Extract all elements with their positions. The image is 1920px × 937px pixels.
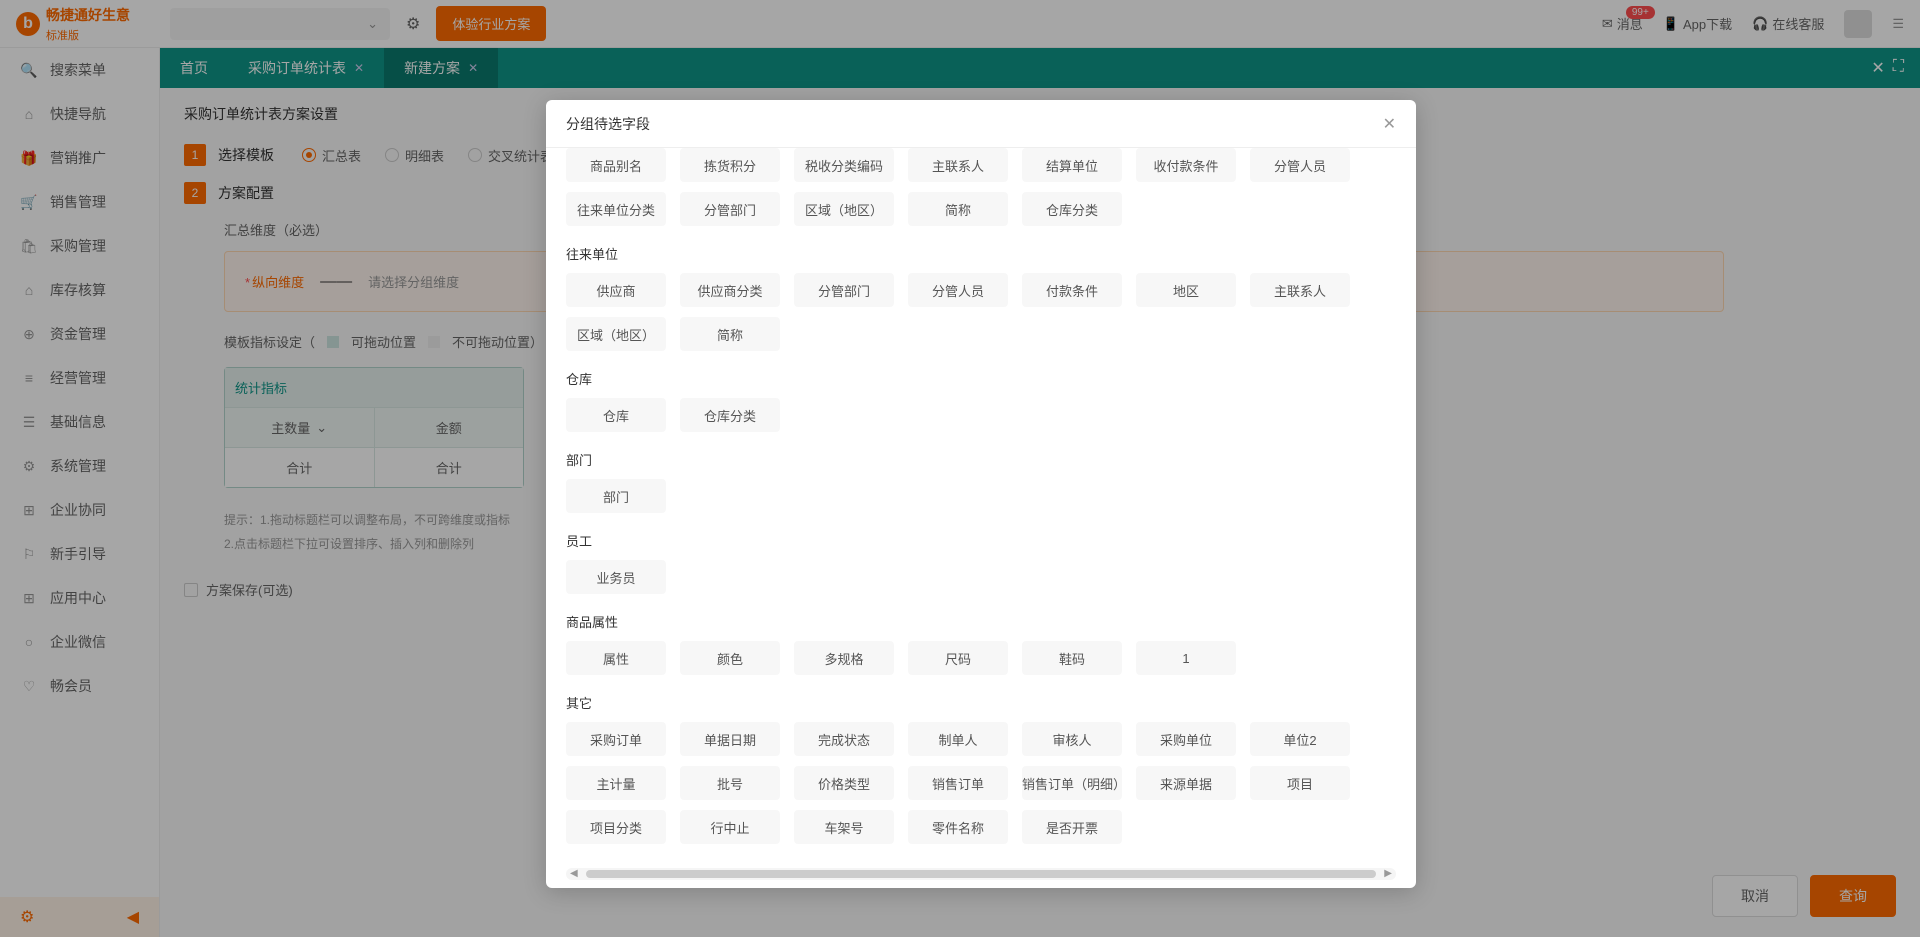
field-chip-top-5[interactable]: 收付款条件 (1136, 148, 1236, 182)
field-group-grid-4: 属性颜色多规格尺码鞋码 1 (566, 641, 1396, 675)
modal-header: 分组待选字段 ✕ (546, 100, 1416, 148)
field-chip-0-5[interactable]: 地区 (1136, 273, 1236, 307)
field-chip-0-8[interactable]: 简称 (680, 317, 780, 351)
field-chip-5-1[interactable]: 单据日期 (680, 722, 780, 756)
field-chip-5-8[interactable]: 批号 (680, 766, 780, 800)
modal-title: 分组待选字段 (566, 114, 650, 134)
field-group-title-4: 商品属性 (566, 612, 1396, 631)
field-chip-top-4[interactable]: 结算单位 (1022, 148, 1122, 182)
field-chip-top-6[interactable]: 分管人员 (1250, 148, 1350, 182)
field-chip-4-1[interactable]: 颜色 (680, 641, 780, 675)
field-chip-top-1[interactable]: 拣货积分 (680, 148, 780, 182)
scroll-right-icon: ▶ (1384, 868, 1392, 879)
orphan-field-row-1: 商品别名拣货积分税收分类编码主联系人结算单位收付款条件分管人员 (566, 148, 1396, 182)
field-group-grid-0: 供应商供应商分类分管部门分管人员付款条件地区主联系人区域（地区） 简称 (566, 273, 1396, 351)
field-group-grid-3: 业务员 (566, 560, 1396, 594)
field-group-grid-2: 部门 (566, 479, 1396, 513)
field-chip-1-0[interactable]: 仓库 (566, 398, 666, 432)
scrollbar-thumb[interactable] (586, 870, 1376, 878)
modal-horizontal-scrollbar[interactable]: ◀ ▶ (566, 868, 1396, 880)
field-chip-5-9[interactable]: 价格类型 (794, 766, 894, 800)
field-chip-0-2[interactable]: 分管部门 (794, 273, 894, 307)
field-chip-4-2[interactable]: 多规格 (794, 641, 894, 675)
field-chip-0-6[interactable]: 主联系人 (1250, 273, 1350, 307)
field-chip-top-0[interactable]: 商品别名 (566, 148, 666, 182)
field-chip-5-13[interactable]: 项目 (1250, 766, 1350, 800)
field-chip-top-2[interactable]: 税收分类编码 (794, 148, 894, 182)
field-chip-top2-4[interactable]: 仓库分类 (1022, 192, 1122, 226)
field-chip-2-0[interactable]: 部门 (566, 479, 666, 513)
orphan-field-row-2: 往来单位分类分管部门区域（地区） 简称仓库分类 (566, 192, 1396, 226)
field-chip-4-0[interactable]: 属性 (566, 641, 666, 675)
field-chip-5-18[interactable]: 是否开票 (1022, 810, 1122, 844)
field-chip-top2-3[interactable]: 简称 (908, 192, 1008, 226)
field-chip-3-0[interactable]: 业务员 (566, 560, 666, 594)
field-group-title-0: 往来单位 (566, 244, 1396, 263)
field-chip-4-3[interactable]: 尺码 (908, 641, 1008, 675)
field-chip-top-3[interactable]: 主联系人 (908, 148, 1008, 182)
field-selector-modal: 分组待选字段 ✕ 商品别名拣货积分税收分类编码主联系人结算单位收付款条件分管人员… (546, 100, 1416, 888)
field-chip-0-3[interactable]: 分管人员 (908, 273, 1008, 307)
field-group-grid-1: 仓库仓库分类 (566, 398, 1396, 432)
field-group-title-3: 员工 (566, 531, 1396, 550)
field-chip-5-2[interactable]: 完成状态 (794, 722, 894, 756)
field-chip-5-0[interactable]: 采购订单 (566, 722, 666, 756)
field-chip-5-6[interactable]: 单位2 (1250, 722, 1350, 756)
field-group-grid-5: 采购订单单据日期完成状态制单人审核人采购单位单位2 主计量批号价格类型销售订单销售… (566, 722, 1396, 844)
field-chip-5-11[interactable]: 销售订单（明细） (1022, 766, 1122, 800)
field-chip-5-7[interactable]: 主计量 (566, 766, 666, 800)
field-chip-0-1[interactable]: 供应商分类 (680, 273, 780, 307)
field-chip-5-15[interactable]: 行中止 (680, 810, 780, 844)
field-chip-top2-1[interactable]: 分管部门 (680, 192, 780, 226)
field-group-title-1: 仓库 (566, 369, 1396, 388)
field-chip-top2-2[interactable]: 区域（地区） (794, 192, 894, 226)
field-group-title-5: 其它 (566, 693, 1396, 712)
field-chip-0-0[interactable]: 供应商 (566, 273, 666, 307)
field-chip-0-4[interactable]: 付款条件 (1022, 273, 1122, 307)
field-group-title-2: 部门 (566, 450, 1396, 469)
field-chip-5-10[interactable]: 销售订单 (908, 766, 1008, 800)
field-chip-4-5[interactable]: 1 (1136, 641, 1236, 675)
field-chip-5-17[interactable]: 零件名称 (908, 810, 1008, 844)
field-chip-5-4[interactable]: 审核人 (1022, 722, 1122, 756)
field-chip-5-5[interactable]: 采购单位 (1136, 722, 1236, 756)
field-chip-0-7[interactable]: 区域（地区） (566, 317, 666, 351)
field-chip-5-14[interactable]: 项目分类 (566, 810, 666, 844)
field-chip-5-16[interactable]: 车架号 (794, 810, 894, 844)
field-chip-top2-0[interactable]: 往来单位分类 (566, 192, 666, 226)
field-chip-1-1[interactable]: 仓库分类 (680, 398, 780, 432)
modal-close-icon[interactable]: ✕ (1383, 114, 1396, 134)
field-chip-5-12[interactable]: 来源单据 (1136, 766, 1236, 800)
modal-body: 商品别名拣货积分税收分类编码主联系人结算单位收付款条件分管人员 往来单位分类分管… (546, 148, 1416, 868)
field-chip-4-4[interactable]: 鞋码 (1022, 641, 1122, 675)
scroll-left-icon: ◀ (570, 868, 578, 879)
field-chip-5-3[interactable]: 制单人 (908, 722, 1008, 756)
